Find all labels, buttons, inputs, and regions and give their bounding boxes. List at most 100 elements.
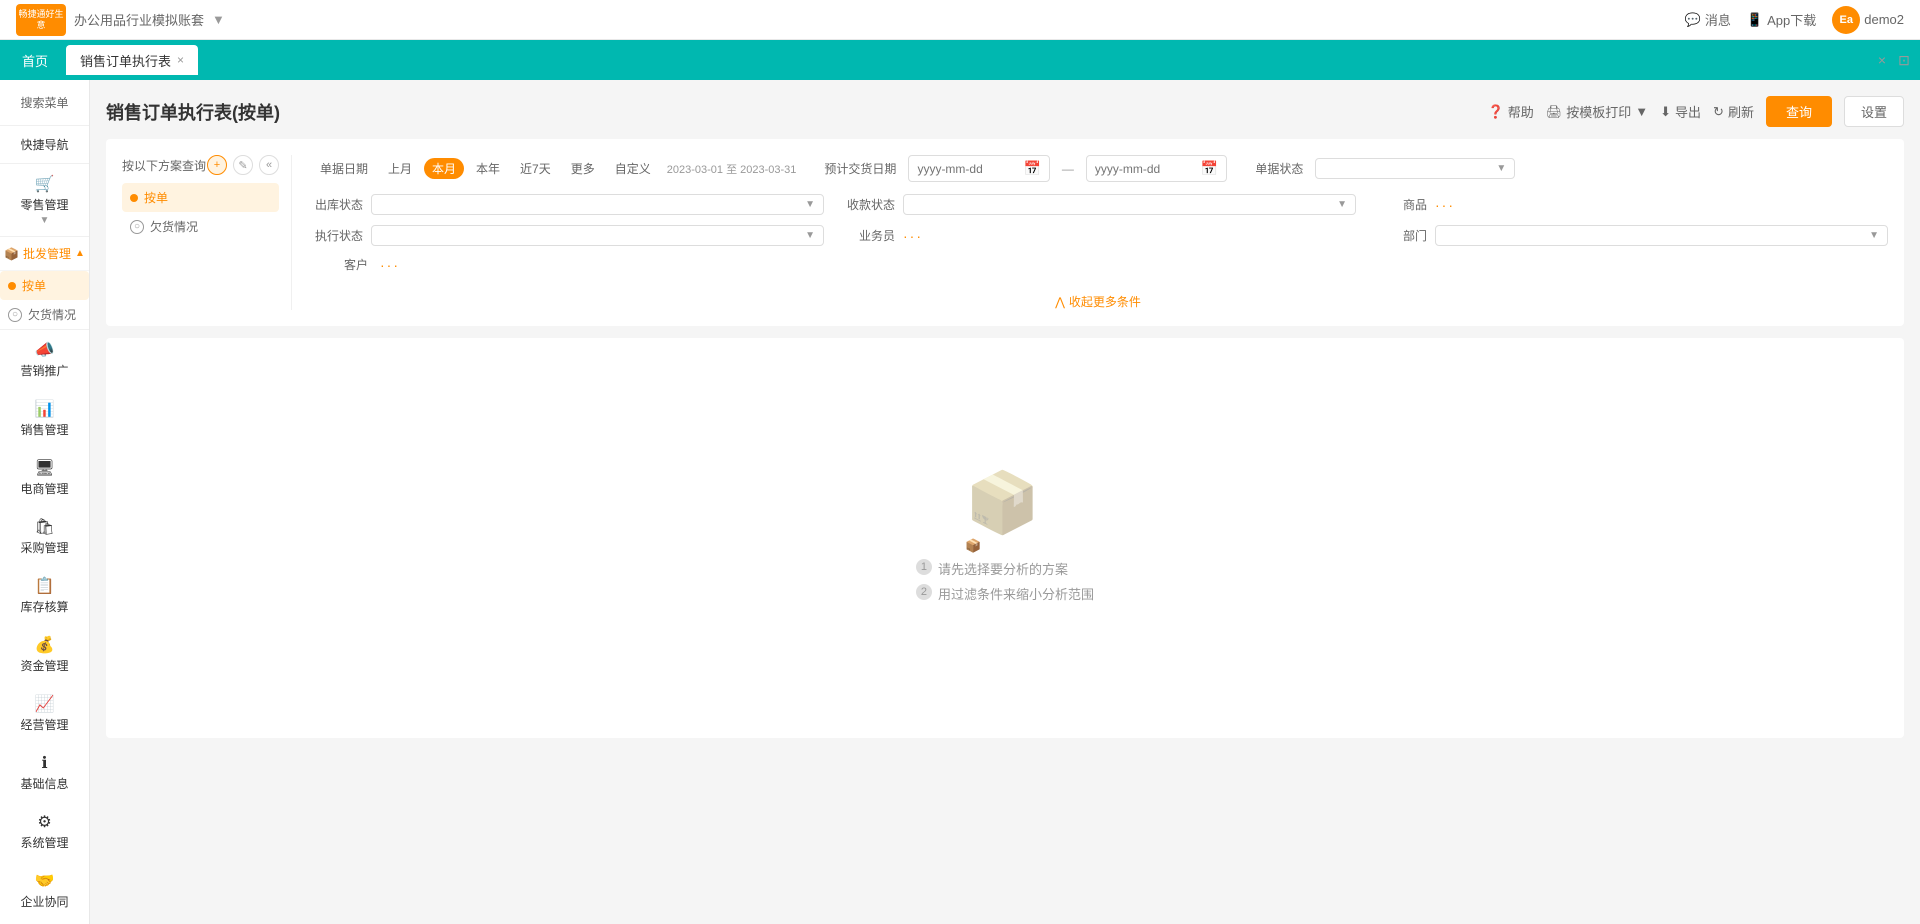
print-button[interactable]: 🖨 按模板打印 ▼ (1546, 102, 1648, 121)
sidebar-item-finance[interactable]: 💰 资金管理 (0, 625, 89, 684)
date-range-text: 2023-03-01 至 2023-03-31 (667, 161, 797, 177)
payment-chevron-icon: ▼ (1337, 199, 1347, 210)
tab-close-icon[interactable]: × (177, 53, 184, 67)
window-restore-button[interactable]: ⊡ (1896, 52, 1912, 68)
user-menu[interactable]: Ea demo2 (1832, 6, 1904, 34)
scheme-按单[interactable]: 按单 (122, 183, 279, 212)
print-icon: 🖨 (1546, 104, 1563, 120)
sidebar-item-basic[interactable]: ℹ 基础信息 (0, 743, 89, 802)
page-title: 销售订单执行表(按单) (106, 99, 280, 125)
collapse-row: ⋀ 收起更多条件 (308, 285, 1888, 310)
print-chevron-icon: ▼ (1635, 104, 1648, 119)
filter-left-icons: + ✎ « (207, 155, 279, 175)
start-cal-icon[interactable]: 📅 (1023, 160, 1040, 177)
tab-sales-order[interactable]: 销售订单执行表 × (66, 45, 198, 75)
sidebar-item-enterprise[interactable]: 🤝 企业协同 (0, 861, 89, 920)
dept-label: 部门 (1372, 227, 1427, 244)
date-tab-last-month[interactable]: 上月 (380, 158, 420, 179)
top-bar-title: 办公用品行业模拟账套 (74, 10, 204, 29)
filter-cell-payment: 收款状态 ▼ (840, 194, 1356, 215)
finance-icon: 💰 (35, 635, 55, 655)
date-tab-7days[interactable]: 近7天 (512, 158, 559, 179)
help-icon: ❓ (1488, 104, 1504, 120)
nav-tabs: 首页 销售订单执行表 × × ⊡ (0, 40, 1920, 80)
date-tab-this-year[interactable]: 本年 (468, 158, 508, 179)
refresh-button[interactable]: ↻ 刷新 (1713, 102, 1754, 121)
date-tab-more[interactable]: 更多 (563, 158, 603, 179)
start-date-input[interactable] (917, 162, 1017, 176)
date-tab-this-month[interactable]: 本月 (424, 158, 464, 179)
filter-row-2: 出库状态 ▼ 收款状态 ▼ (308, 194, 1888, 215)
top-bar-right: 💬 消息 📱 App下载 Ea demo2 (1685, 6, 1904, 34)
top-bar-title-arrow[interactable]: ▼ (212, 12, 225, 27)
inventory-icon: 📋 (35, 576, 55, 596)
sidebar-item-operations[interactable]: 📈 经营管理 (0, 684, 89, 743)
export-icon: ⬇ (1660, 104, 1671, 120)
status-label: 单据状态 (1255, 160, 1303, 177)
sidebar-sub-按单[interactable]: 按单 (0, 271, 89, 300)
sidebar-item-inventory[interactable]: 📋 库存核算 (0, 566, 89, 625)
end-date-input-box: 📅 (1086, 155, 1227, 182)
add-scheme-button[interactable]: + (207, 155, 227, 175)
sidebar-item-ecommerce[interactable]: 🖥 电商管理 (0, 448, 89, 507)
empty-illustration: 📦 (965, 467, 1045, 547)
collapse-left-button[interactable]: « (259, 155, 279, 175)
empty-state: 📦 1 请先选择要分析的方案 2 用过滤条件来缩小分析范围 (106, 338, 1904, 738)
search-menu-button[interactable]: 搜索菜单 (8, 88, 81, 117)
tip-num-2: 2 (916, 584, 932, 600)
sidebar-item-label: 零售管理 (20, 196, 68, 213)
refresh-icon: ↻ (1713, 104, 1724, 120)
date-tabs: 上月 本月 本年 近7天 更多 自定义 2023-03-01 至 2023-03… (380, 158, 796, 179)
sidebar-section-wholesale: 📦 批发管理 ▲ 按单 ○ 欠货情况 (0, 237, 89, 330)
filter-row-date: 单据日期 上月 本月 本年 近7天 更多 自定义 2023-03-01 至 20… (308, 155, 1888, 182)
avatar: Ea (1832, 6, 1860, 34)
sidebar-item-sales[interactable]: 📊 销售管理 (0, 389, 89, 448)
page-actions: ❓ 帮助 🖨 按模板打印 ▼ ⬇ 导出 ↻ 刷新 查询 设置 (1488, 96, 1904, 127)
window-close-button[interactable]: × (1874, 52, 1890, 68)
settings-button[interactable]: 设置 (1844, 96, 1904, 127)
goods-picker-button[interactable]: ··· (1435, 197, 1455, 213)
stock-status-label: 出库状态 (308, 196, 363, 213)
basic-icon: ℹ (41, 753, 47, 773)
sidebar-sub-欠货情况[interactable]: ○ 欠货情况 (0, 300, 89, 329)
exec-status-select[interactable]: ▼ (371, 225, 824, 246)
sidebar-item-wholesale[interactable]: 📦 批发管理 ▲ (0, 237, 89, 271)
status-select[interactable]: ▼ (1315, 158, 1515, 179)
salesperson-picker-button[interactable]: ··· (903, 228, 923, 244)
sidebar-item-marketing[interactable]: 📣 营销推广 (0, 330, 89, 389)
message-icon: 💬 (1685, 12, 1701, 28)
filter-cell-dept: 部门 ▼ (1372, 225, 1888, 246)
edit-scheme-button[interactable]: ✎ (233, 155, 253, 175)
chevron-icon: ▼ (40, 215, 50, 226)
start-date-input-box: 📅 (908, 155, 1049, 182)
chevron-up-icon: ▲ (75, 248, 85, 259)
export-button[interactable]: ⬇ 导出 (1660, 102, 1701, 121)
sidebar-item-system[interactable]: ⚙ 系统管理 (0, 802, 89, 861)
stock-status-select[interactable]: ▼ (371, 194, 824, 215)
sidebar-item-quick-nav[interactable]: 快捷导航 (0, 126, 89, 164)
sidebar-item-retail[interactable]: 🛒 零售管理 ▼ (0, 164, 89, 236)
sidebar-item-newbie[interactable]: 🎯 新手引导 (0, 920, 89, 924)
customer-picker-button[interactable]: ··· (380, 257, 400, 273)
ecommerce-icon: 🖥 (34, 458, 54, 478)
search-button[interactable]: 查询 (1766, 96, 1832, 127)
help-button[interactable]: ❓ 帮助 (1488, 102, 1534, 121)
empty-content: 📦 1 请先选择要分析的方案 2 用过滤条件来缩小分析范围 (916, 467, 1094, 609)
scheme-欠货情况[interactable]: ○ 欠货情况 (122, 212, 279, 241)
filter-row-3: 执行状态 ▼ 业务员 ··· 部门 (308, 225, 1888, 246)
inactive-scheme-circle: ○ (130, 220, 144, 234)
tab-home[interactable]: 首页 (8, 45, 62, 75)
content-area: 销售订单执行表(按单) ❓ 帮助 🖨 按模板打印 ▼ ⬇ 导出 ↻ 刷新 (90, 80, 1920, 924)
date-tab-custom[interactable]: 自定义 (607, 158, 659, 179)
status-chevron-icon: ▼ (1496, 163, 1506, 174)
dept-select[interactable]: ▼ (1435, 225, 1888, 246)
exec-status-label: 执行状态 (308, 227, 363, 244)
payment-status-select[interactable]: ▼ (903, 194, 1356, 215)
enterprise-icon: 🤝 (35, 871, 55, 891)
message-button[interactable]: 💬 消息 (1685, 10, 1731, 29)
collapse-button[interactable]: ⋀ 收起更多条件 (1055, 293, 1141, 310)
app-download-button[interactable]: 📱 App下载 (1747, 10, 1816, 29)
end-cal-icon[interactable]: 📅 (1201, 160, 1218, 177)
sidebar-item-purchase[interactable]: 🛍 采购管理 (0, 507, 89, 566)
end-date-input[interactable] (1095, 162, 1195, 176)
